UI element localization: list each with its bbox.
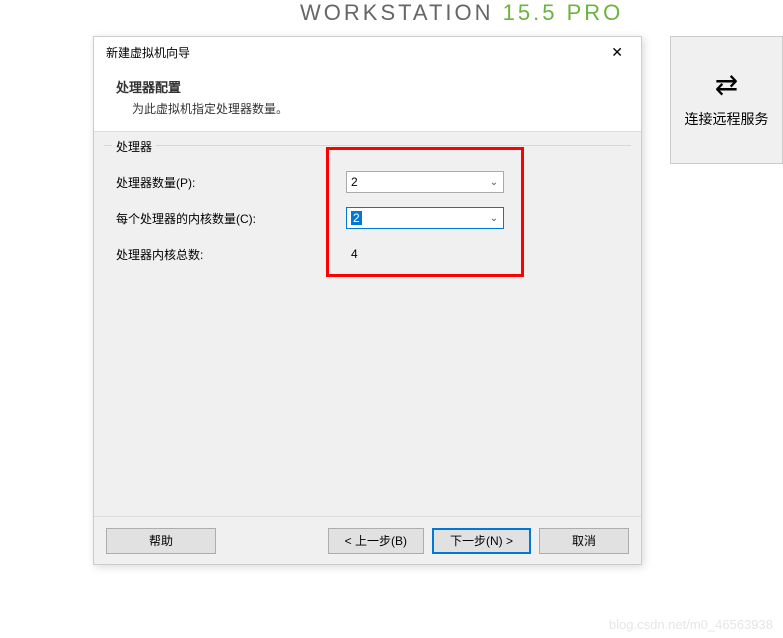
help-button[interactable]: 帮助 (106, 528, 216, 554)
new-vm-wizard-dialog: 新建虚拟机向导 ✕ 处理器配置 为此虚拟机指定处理器数量。 处理器 处理器数量(… (93, 36, 642, 565)
dialog-subtitle: 处理器配置 (116, 77, 627, 96)
next-button[interactable]: 下一步(N) > (432, 528, 531, 554)
dialog-titlebar: 新建虚拟机向导 ✕ (94, 37, 641, 67)
watermark: blog.csdn.net/m0_46563938 (609, 617, 773, 632)
processor-count-select[interactable]: 2 ⌄ (346, 171, 504, 193)
connect-remote-label: 连接远程服务 (685, 109, 769, 129)
fieldset-border (104, 145, 631, 146)
dialog-subheader: 处理器配置 为此虚拟机指定处理器数量。 (94, 67, 641, 132)
dialog-title: 新建虚拟机向导 (106, 44, 190, 61)
processor-count-value: 2 (351, 175, 358, 189)
dialog-body: 处理器 处理器数量(P): 2 ⌄ 每个处理器的内核数量(C): 2 ⌄ 处理器… (94, 132, 641, 516)
dialog-subdesc: 为此虚拟机指定处理器数量。 (132, 100, 627, 117)
cancel-button[interactable]: 取消 (539, 528, 629, 554)
total-cores-row: 处理器内核总数: 4 (116, 236, 631, 272)
swap-arrows-icon: ⇄ (715, 71, 738, 99)
app-title: WORKSTATION 15.5 PRO (300, 0, 623, 26)
processor-count-row: 处理器数量(P): 2 ⌄ (116, 164, 631, 200)
close-icon[interactable]: ✕ (605, 42, 629, 63)
cores-value: 2 (351, 211, 362, 225)
chevron-down-icon: ⌄ (485, 177, 503, 188)
total-cores-label: 处理器内核总数: (116, 246, 346, 263)
total-cores-value: 4 (346, 247, 358, 261)
cores-select[interactable]: 2 ⌄ (346, 207, 504, 229)
fieldset-label: 处理器 (112, 138, 156, 155)
processor-count-label: 处理器数量(P): (116, 174, 346, 191)
chevron-down-icon: ⌄ (485, 213, 503, 224)
back-button[interactable]: < 上一步(B) (328, 528, 424, 554)
connect-remote-panel[interactable]: ⇄ 连接远程服务 (670, 36, 783, 164)
cores-label: 每个处理器的内核数量(C): (116, 210, 346, 227)
cores-per-processor-row: 每个处理器的内核数量(C): 2 ⌄ (116, 200, 631, 236)
dialog-footer: 帮助 < 上一步(B) 下一步(N) > 取消 (94, 516, 641, 564)
